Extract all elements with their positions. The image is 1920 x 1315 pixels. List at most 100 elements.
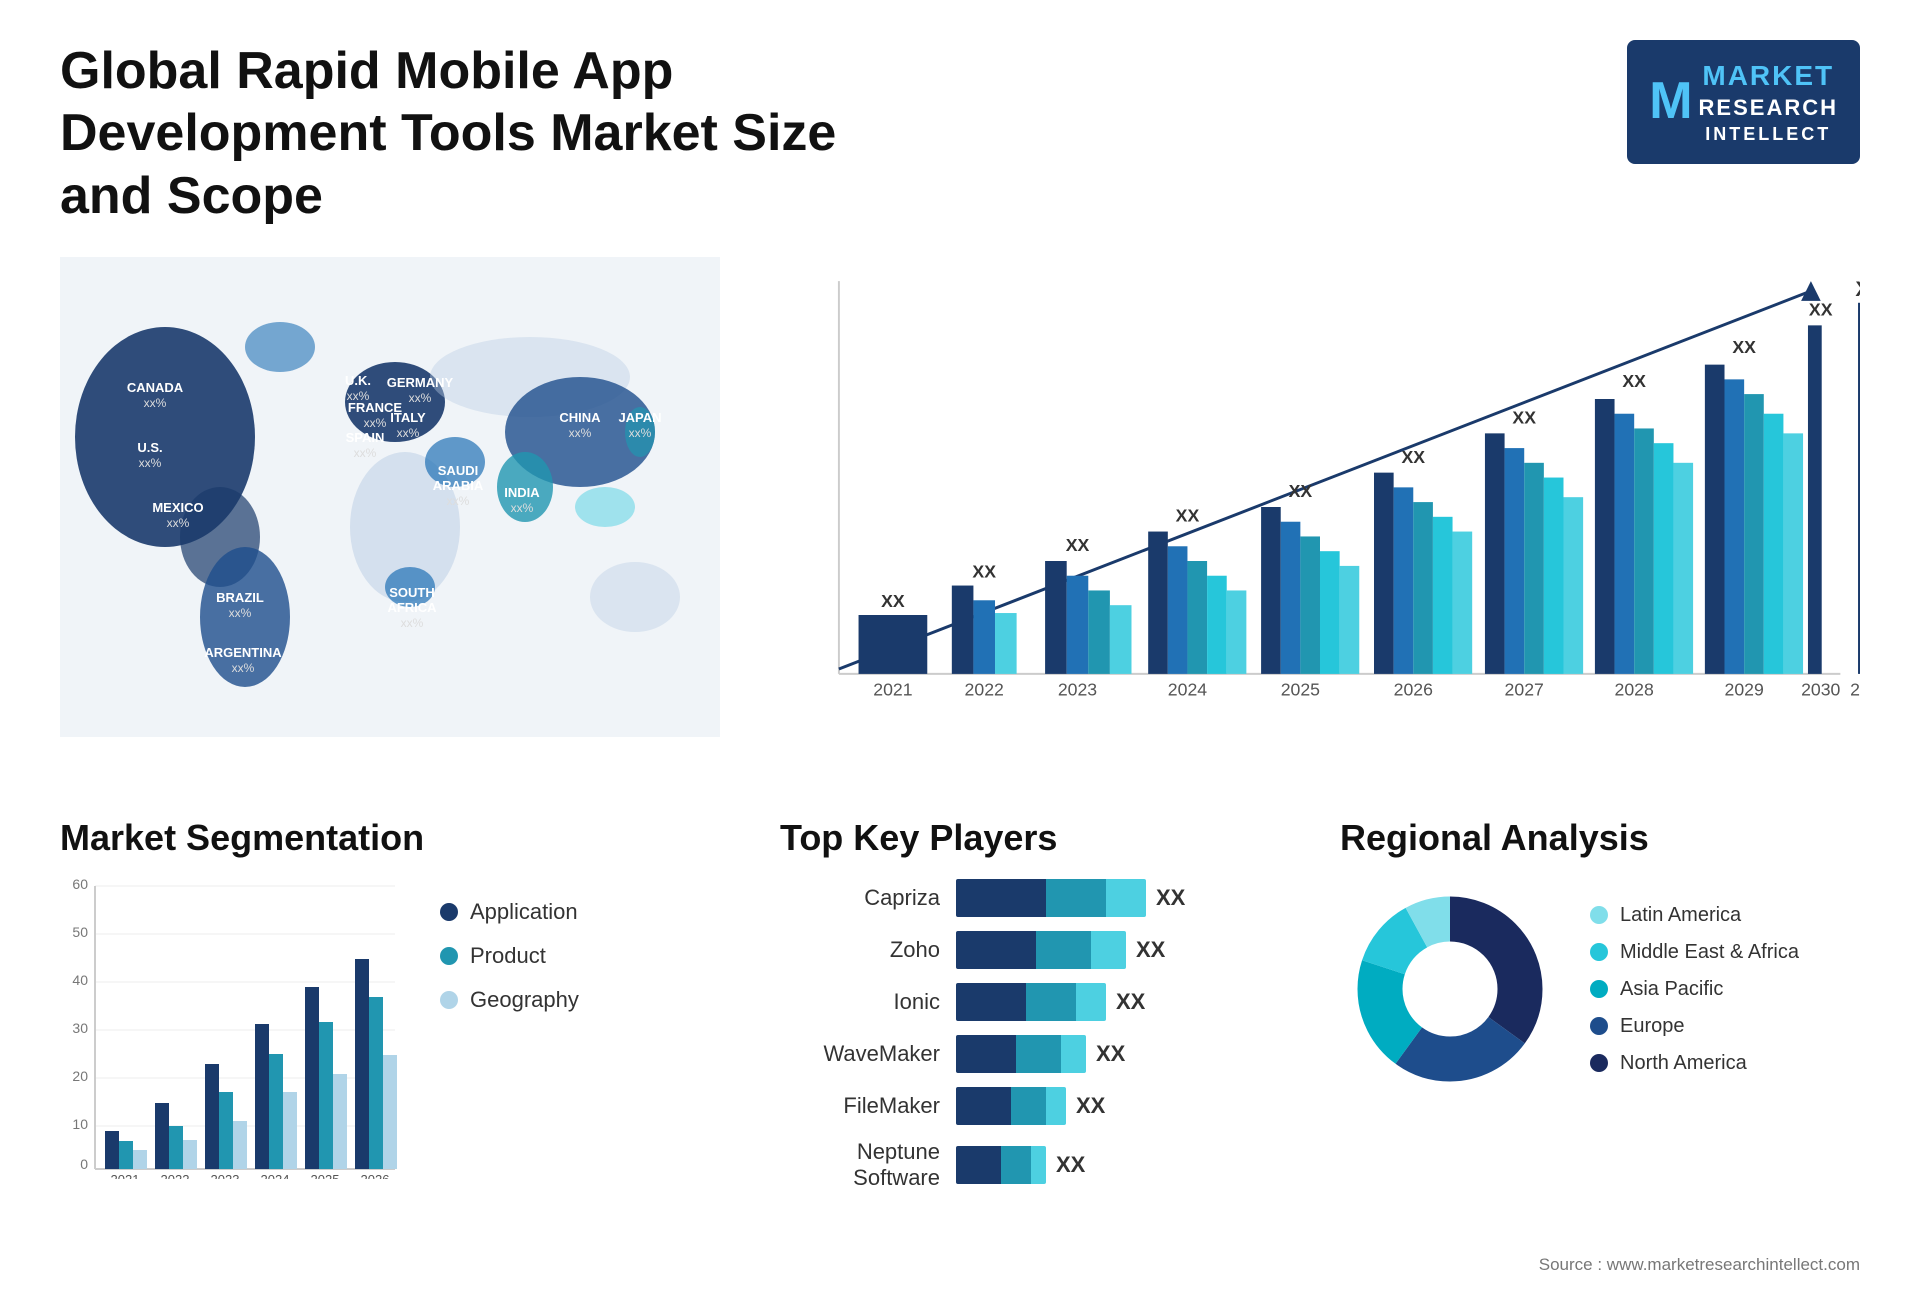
svg-text:U.K.: U.K.	[345, 373, 371, 388]
svg-text:xx%: xx%	[144, 396, 167, 410]
svg-text:2025: 2025	[311, 1172, 340, 1179]
svg-text:xx%: xx%	[364, 416, 387, 430]
asia-dot	[1590, 980, 1608, 998]
svg-text:XX: XX	[881, 591, 905, 611]
svg-text:2026: 2026	[1394, 680, 1433, 700]
svg-text:2031: 2031	[1850, 680, 1860, 700]
svg-text:XX: XX	[1176, 506, 1200, 526]
svg-text:2021: 2021	[873, 680, 912, 700]
key-players-section: Top Key Players Capriza XX Z	[780, 817, 1300, 1205]
logo-area: M MARKET RESEARCH INTELLECT	[1627, 40, 1860, 164]
page-container: Global Rapid Mobile App Development Tool…	[0, 0, 1920, 1315]
reg-europe: Europe	[1590, 1015, 1799, 1038]
svg-text:2022: 2022	[161, 1172, 190, 1179]
svg-text:2023: 2023	[211, 1172, 240, 1179]
svg-text:U.S.: U.S.	[137, 440, 162, 455]
player-neptune: Neptune Software XX	[780, 1139, 1300, 1191]
donut-container: Latin America Middle East & Africa Asia …	[1340, 879, 1860, 1099]
seg-legend-product: Product	[440, 943, 579, 969]
svg-text:2023: 2023	[1058, 680, 1097, 700]
key-players-title: Top Key Players	[780, 817, 1300, 859]
ionic-bar	[956, 983, 1106, 1021]
seg-chart-svg: 60 50 40 30 20 10 0	[60, 879, 400, 1179]
wavemaker-bar	[956, 1035, 1086, 1073]
svg-text:ITALY: ITALY	[390, 410, 426, 425]
svg-text:XX: XX	[1809, 300, 1833, 320]
svg-text:xx%: xx%	[511, 501, 534, 515]
svg-text:2029: 2029	[1725, 680, 1764, 700]
growth-chart-svg: XX 2021 XX 2022 XX 2023	[780, 257, 1860, 757]
svg-text:ARABIA: ARABIA	[433, 478, 484, 493]
seg-legend-application: Application	[440, 899, 579, 925]
svg-text:XX: XX	[1401, 447, 1425, 467]
svg-text:INDIA: INDIA	[504, 485, 540, 500]
regional-section: Regional Analysis	[1340, 817, 1860, 1205]
svg-text:2030: 2030	[1801, 680, 1840, 700]
page-title: Global Rapid Mobile App Development Tool…	[60, 40, 860, 227]
svg-text:AFRICA: AFRICA	[387, 600, 437, 615]
neptune-bar	[956, 1146, 1046, 1184]
player-capriza: Capriza XX	[780, 879, 1300, 917]
player-wavemaker: WaveMaker XX	[780, 1035, 1300, 1073]
bottom-right-grid: Top Key Players Capriza XX Z	[780, 817, 1860, 1205]
svg-text:ARGENTINA: ARGENTINA	[204, 645, 282, 660]
svg-text:10: 10	[72, 1116, 88, 1132]
seg-legend-geography: Geography	[440, 987, 579, 1013]
svg-text:xx%: xx%	[409, 391, 432, 405]
chart-wrapper: XX 2021 XX 2022 XX 2023	[780, 257, 1860, 777]
latin-dot	[1590, 906, 1608, 924]
svg-text:xx%: xx%	[139, 456, 162, 470]
svg-text:40: 40	[72, 972, 88, 988]
segmentation-section: Market Segmentation 60 50 40 30 20 10 0	[60, 817, 720, 1205]
seg-chart-container: 60 50 40 30 20 10 0	[60, 879, 720, 1184]
filemaker-bar	[956, 1087, 1066, 1125]
reg-latin-america: Latin America	[1590, 904, 1799, 927]
northam-dot	[1590, 1054, 1608, 1072]
svg-text:2026: 2026	[361, 1172, 390, 1179]
seg-legend: Application Product Geography	[440, 879, 579, 1013]
svg-text:xx%: xx%	[569, 426, 592, 440]
svg-text:xx%: xx%	[232, 661, 255, 675]
svg-text:2024: 2024	[1168, 680, 1207, 700]
header: Global Rapid Mobile App Development Tool…	[60, 40, 1860, 227]
svg-text:MEXICO: MEXICO	[152, 500, 203, 515]
svg-text:XX: XX	[1732, 337, 1756, 357]
svg-text:60: 60	[72, 879, 88, 892]
growth-chart-section: XX 2021 XX 2022 XX 2023	[780, 257, 1860, 777]
mideast-dot	[1590, 943, 1608, 961]
player-ionic: Ionic XX	[780, 983, 1300, 1021]
logo-text: MARKET RESEARCH INTELLECT	[1699, 58, 1838, 146]
donut-chart-svg	[1340, 879, 1560, 1099]
reg-middle-east: Middle East & Africa	[1590, 941, 1799, 964]
logo-letter: M	[1649, 68, 1692, 136]
svg-text:xx%: xx%	[167, 516, 190, 530]
svg-text:GERMANY: GERMANY	[387, 375, 454, 390]
svg-text:XX: XX	[972, 562, 996, 582]
zoho-bar	[956, 931, 1126, 969]
world-map-svg: CANADA xx% U.S. xx% MEXICO xx% BRAZIL xx…	[60, 257, 720, 737]
svg-text:20: 20	[72, 1068, 88, 1084]
svg-text:XX: XX	[1855, 276, 1860, 301]
svg-text:XX: XX	[1622, 371, 1646, 391]
regional-title: Regional Analysis	[1340, 817, 1860, 859]
svg-text:2024: 2024	[261, 1172, 290, 1179]
svg-text:xx%: xx%	[447, 494, 470, 508]
source-text: Source : www.marketresearchintellect.com	[60, 1255, 1860, 1275]
main-grid: CANADA xx% U.S. xx% MEXICO xx% BRAZIL xx…	[60, 257, 1860, 1275]
segmentation-title: Market Segmentation	[60, 817, 720, 859]
svg-text:xx%: xx%	[229, 606, 252, 620]
svg-text:XX: XX	[1289, 481, 1313, 501]
regional-legend: Latin America Middle East & Africa Asia …	[1590, 904, 1799, 1075]
seg-bars-area: 60 50 40 30 20 10 0	[60, 879, 400, 1184]
svg-text:xx%: xx%	[397, 426, 420, 440]
svg-text:xx%: xx%	[354, 446, 377, 460]
svg-text:50: 50	[72, 924, 88, 940]
svg-text:2028: 2028	[1615, 680, 1654, 700]
svg-text:30: 30	[72, 1020, 88, 1036]
svg-text:2022: 2022	[965, 680, 1004, 700]
application-dot	[440, 903, 458, 921]
geography-dot	[440, 991, 458, 1009]
europe-dot	[1590, 1017, 1608, 1035]
map-section: CANADA xx% U.S. xx% MEXICO xx% BRAZIL xx…	[60, 257, 720, 777]
svg-text:SOUTH: SOUTH	[389, 585, 435, 600]
